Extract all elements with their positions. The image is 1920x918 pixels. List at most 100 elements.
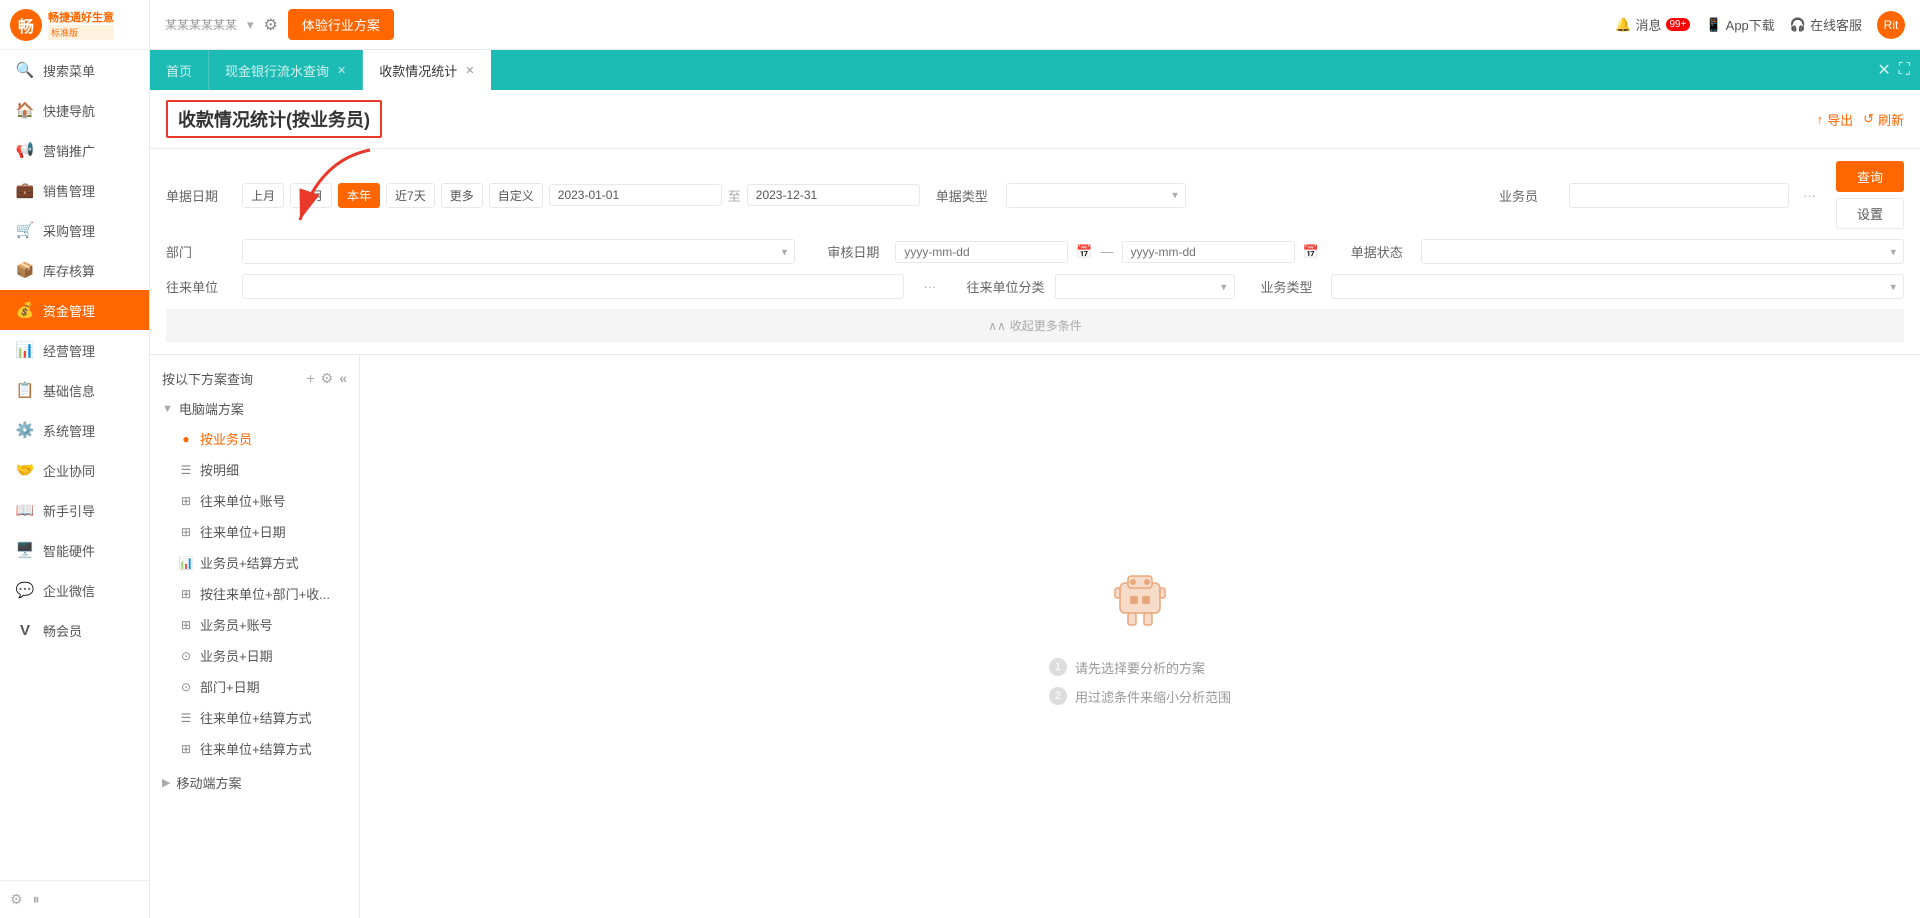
settings-button[interactable]: 设置 (1836, 198, 1904, 229)
audit-date-to-icon[interactable]: 📅 (1303, 244, 1319, 260)
scheme-item-customer-date[interactable]: ⊞ 往来单位+日期 (150, 516, 359, 547)
scheme-item-by-detail[interactable]: ☰ 按明细 (150, 454, 359, 485)
customer-input[interactable] (242, 274, 904, 299)
sidebar-item-guide[interactable]: 📖 新手引导 (0, 490, 149, 530)
scheme-settings-icon[interactable]: ⚙ (321, 370, 334, 387)
sidebar-collapse-icon[interactable]: ⏸ (33, 891, 40, 908)
sidebar-item-sales[interactable]: 💼 销售管理 (0, 170, 149, 210)
voucher-status-select-wrapper (1421, 239, 1904, 264)
guide-icon: 📖 (15, 500, 35, 520)
export-button[interactable]: ↑ 导出 (1817, 110, 1854, 129)
bell-icon: 🔔 (1615, 17, 1631, 33)
scheme-item-customer-dept[interactable]: ⊞ 按往来单位+部门+收... (150, 578, 359, 609)
audit-date-to[interactable] (1122, 241, 1295, 263)
sidebar-item-hardware[interactable]: 🖥️ 智能硬件 (0, 530, 149, 570)
tabbar-right: ✕ ⛶ (1867, 50, 1920, 90)
scheme-collapse-icon[interactable]: « (339, 370, 347, 387)
customer-more-icon[interactable]: ··· (924, 279, 937, 294)
date-btn-7days[interactable]: 近7天 (386, 183, 435, 208)
audit-date-label: 审核日期 (827, 242, 887, 261)
scheme-item-salesperson-date-icon: ⊙ (178, 648, 194, 664)
tab-bank[interactable]: 现金银行流水查询 ✕ (209, 50, 363, 90)
salesperson-more-icon[interactable]: ··· (1803, 188, 1816, 203)
page-content: 收款情况统计(按业务员) ↑ 导出 ↺ 刷新 单据日期 上月 本月 (150, 90, 1920, 918)
trial-btn[interactable]: 体验行业方案 (288, 9, 394, 40)
scheme-item-customer-settle1[interactable]: ☰ 往来单位+结算方式 (150, 702, 359, 733)
date-label: 单据日期 (166, 186, 226, 205)
user-avatar[interactable]: Rit (1877, 11, 1905, 39)
scheme-item-salesperson-date[interactable]: ⊙ 业务员+日期 (150, 640, 359, 671)
tab-expand-icon[interactable]: ⛶ (1899, 61, 1910, 79)
sidebar-item-marketing[interactable]: 📢 营销推广 (0, 130, 149, 170)
scheme-item-salesperson-account[interactable]: ⊞ 业务员+账号 (150, 609, 359, 640)
business-type-select[interactable] (1331, 274, 1905, 299)
app-download-btn[interactable]: 📱 App下载 (1705, 15, 1774, 34)
sidebar-item-vip[interactable]: V 畅会员 (0, 610, 149, 650)
tabbar: 首页 现金银行流水查询 ✕ 收款情况统计 ✕ ✕ ⛶ (150, 50, 1920, 90)
date-btn-more[interactable]: 更多 (441, 183, 483, 208)
scheme-group-mobile-title[interactable]: ▶ 移动端方案 (150, 768, 359, 797)
voucher-status-select[interactable] (1421, 239, 1904, 264)
date-to-input[interactable] (747, 184, 920, 206)
online-service-btn[interactable]: 🎧 在线客服 (1790, 15, 1862, 34)
phone-icon: 📱 (1705, 17, 1721, 33)
date-group: 上月 本月 本年 近7天 更多 自定义 至 (242, 183, 920, 208)
page-header-actions: ↑ 导出 ↺ 刷新 (1817, 110, 1904, 129)
customer-category-select[interactable] (1055, 274, 1235, 299)
scheme-item-salesperson-settle[interactable]: 📊 业务员+结算方式 (150, 547, 359, 578)
tab-home[interactable]: 首页 (150, 50, 209, 90)
scheme-add-icon[interactable]: + (306, 370, 314, 387)
customer-category-select-wrapper (1055, 274, 1235, 299)
date-btn-thisyear[interactable]: 本年 (338, 183, 380, 208)
scheme-group-desktop-title[interactable]: ▼ 电脑端方案 (150, 394, 359, 423)
date-btn-thismonth[interactable]: 本月 (290, 183, 332, 208)
sidebar-item-basic[interactable]: 📋 基础信息 (0, 370, 149, 410)
sidebar-item-operation[interactable]: 📊 经营管理 (0, 330, 149, 370)
refresh-button[interactable]: ↺ 刷新 (1863, 110, 1904, 129)
voucher-type-label: 单据类型 (936, 186, 996, 205)
main-area: 某某某某某某 ▾ ⚙ 体验行业方案 🔔 消息 99+ 📱 App下载 🎧 在线客… (150, 0, 1920, 918)
dept-select[interactable] (242, 239, 795, 264)
sidebar-item-finance[interactable]: 💰 资金管理 (0, 290, 149, 330)
sidebar-settings-icon[interactable]: ⚙ (10, 891, 23, 908)
sidebar-item-quicknav[interactable]: 🏠 快捷导航 (0, 90, 149, 130)
logo-text: 畅捷通好生意 标准版 (48, 9, 114, 40)
customer-category-group: 往来单位分类 (967, 274, 1235, 299)
home-icon: 🏠 (15, 100, 35, 120)
salesperson-input[interactable] (1569, 183, 1789, 208)
date-from-input[interactable] (549, 184, 722, 206)
scheme-item-dept-date[interactable]: ⊙ 部门+日期 (150, 671, 359, 702)
sidebar-item-inventory[interactable]: 📦 库存核算 (0, 250, 149, 290)
audit-date-from-icon[interactable]: 📅 (1076, 244, 1092, 260)
dept-label: 部门 (166, 242, 226, 261)
empty-illustration (1100, 558, 1180, 638)
tab-bank-close[interactable]: ✕ (337, 64, 346, 77)
messages-btn[interactable]: 🔔 消息 99+ (1615, 15, 1690, 34)
purchase-icon: 🛒 (15, 220, 35, 240)
customer-label: 往来单位 (166, 277, 226, 296)
dropdown-arrow-icon[interactable]: ▾ (247, 17, 254, 33)
scheme-item-customer-account[interactable]: ⊞ 往来单位+账号 (150, 485, 359, 516)
sidebar-item-wechat[interactable]: 💬 企业微信 (0, 570, 149, 610)
collapse-bar[interactable]: ∧∧ 收起更多条件 (166, 309, 1904, 342)
search-icon: 🔍 (15, 60, 35, 80)
sidebar-item-enterprise[interactable]: 🤝 企业协同 (0, 450, 149, 490)
finance-icon: 💰 (15, 300, 35, 320)
voucher-type-group: 单据类型 (936, 183, 1483, 208)
tab-collection[interactable]: 收款情况统计 ✕ (363, 50, 491, 90)
scheme-item-by-salesperson[interactable]: ● 按业务员 (150, 423, 359, 454)
tab-close-all-icon[interactable]: ✕ (1877, 60, 1890, 80)
date-btn-lastmonth[interactable]: 上月 (242, 183, 284, 208)
voucher-type-select[interactable] (1006, 183, 1186, 208)
query-button[interactable]: 查询 (1836, 161, 1904, 192)
scheme-panel: 按以下方案查询 + ⚙ « ▼ 电脑端方案 ● 按业务员 (150, 355, 360, 918)
audit-date-from[interactable] (895, 241, 1068, 263)
sidebar-item-system[interactable]: ⚙️ 系统管理 (0, 410, 149, 450)
tab-collection-close[interactable]: ✕ (465, 64, 474, 77)
scheme-item-customer-settle2[interactable]: ⊞ 往来单位+结算方式 (150, 733, 359, 764)
date-btn-custom[interactable]: 自定义 (489, 183, 543, 208)
page-header: 收款情况统计(按业务员) ↑ 导出 ↺ 刷新 (150, 90, 1920, 149)
sidebar-item-search[interactable]: 🔍 搜索菜单 (0, 50, 149, 90)
topbar-settings-icon[interactable]: ⚙ (264, 15, 278, 35)
sidebar-item-purchase[interactable]: 🛒 采购管理 (0, 210, 149, 250)
